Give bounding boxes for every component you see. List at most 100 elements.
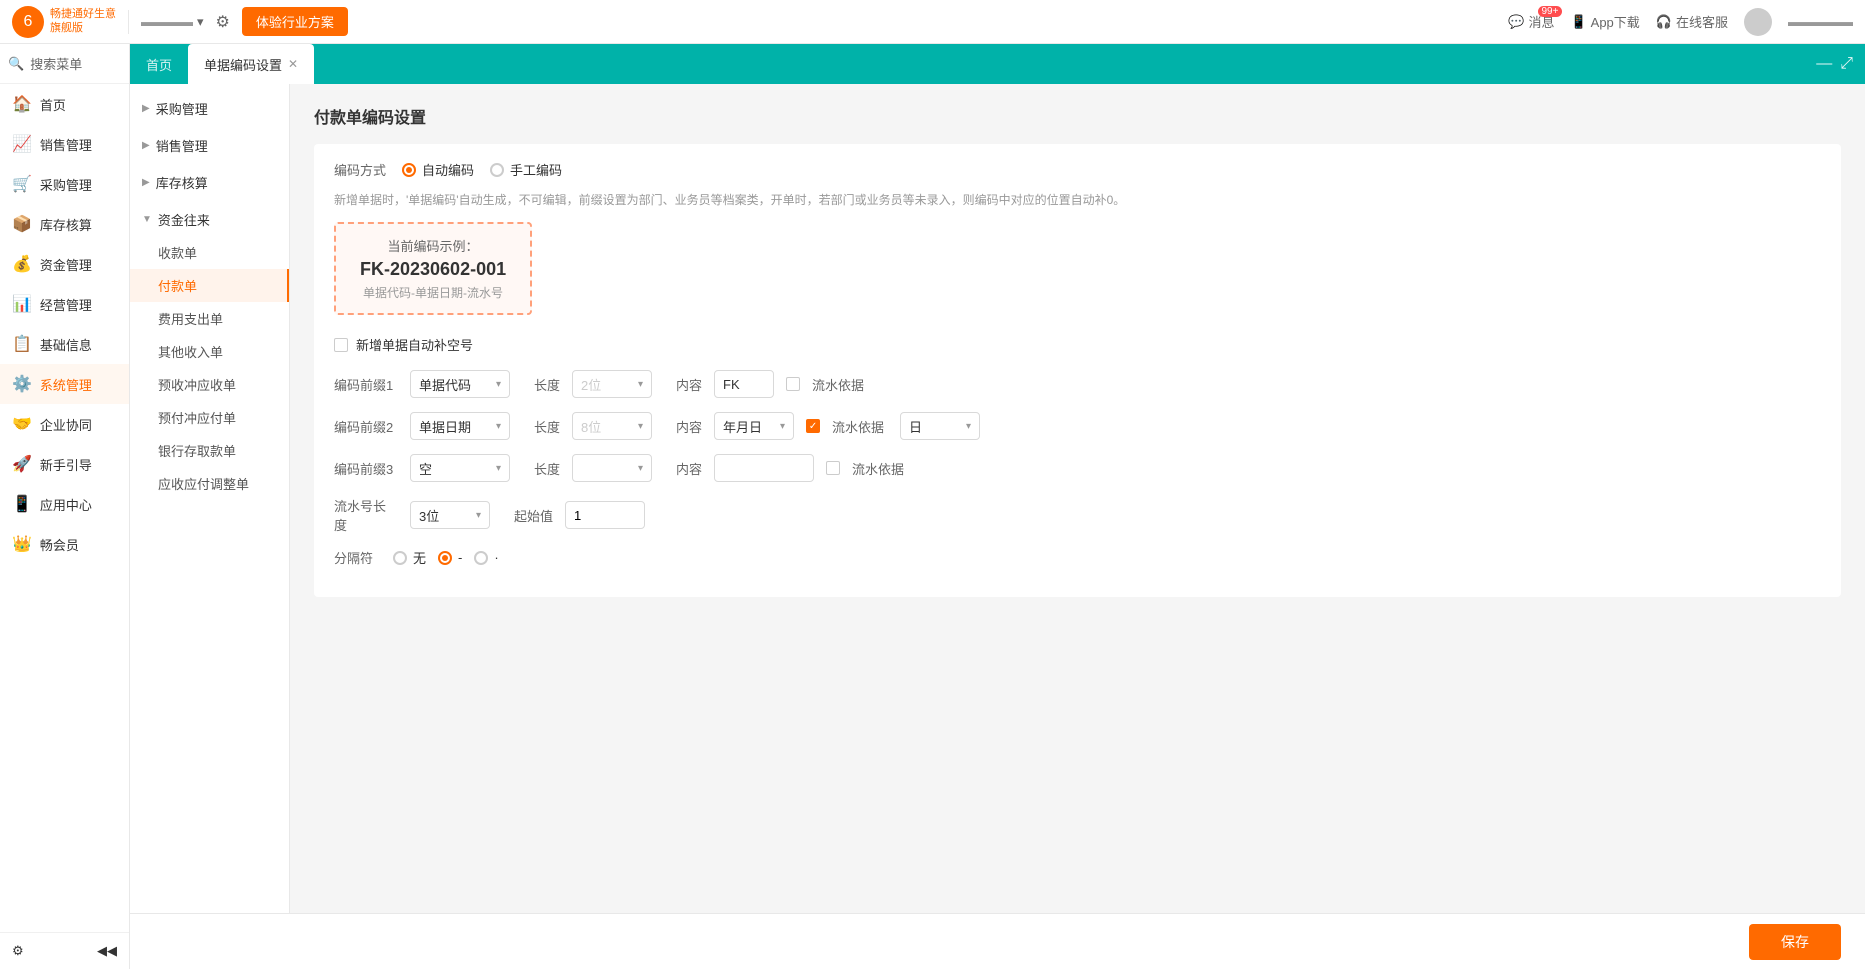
company-dropdown[interactable]: ▬▬▬▬ ▾: [141, 14, 204, 30]
sub-item-receipt[interactable]: 收款单: [130, 236, 289, 269]
serial2-label: 流水依据: [832, 417, 884, 436]
hint-text: 新增单据时，'单据编码'自动生成，不可编辑，前缀设置为部门、业务员等档案类，开单…: [334, 191, 1821, 210]
content1-value: FK: [714, 370, 774, 398]
sidebar-item-vip[interactable]: 👑 畅会员: [0, 524, 129, 564]
maximize-icon[interactable]: ⤢: [1840, 55, 1853, 73]
content3-value: [714, 454, 814, 482]
sidebar-item-label: 首页: [40, 95, 66, 114]
sub-item-advance-offset[interactable]: 预付冲应付单: [130, 401, 289, 434]
preview-code: FK-20230602-001: [360, 259, 506, 280]
gear-icon[interactable]: ⚙: [216, 12, 230, 32]
online-service-button[interactable]: 🎧 在线客服: [1656, 12, 1728, 31]
serial3-checkbox[interactable]: [826, 461, 840, 475]
sub-item-other-income[interactable]: 其他收入单: [130, 335, 289, 368]
second-sidebar-group-sales-title[interactable]: ▶ 销售管理: [130, 129, 289, 162]
length2-select[interactable]: 8位 ▾: [572, 412, 652, 440]
prefix2-arrow-icon: ▾: [496, 421, 501, 432]
prefix3-select[interactable]: 空 ▾: [410, 454, 510, 482]
sidebar-item-purchase[interactable]: 🛒 采购管理: [0, 164, 129, 204]
serial2-checkbox[interactable]: ✓: [806, 419, 820, 433]
save-button[interactable]: 保存: [1749, 924, 1841, 960]
content1-label: 内容: [676, 375, 702, 394]
auto-encoding-radio[interactable]: 自动编码: [402, 160, 474, 179]
logo-text: 畅捷通好生意 旗舰版: [50, 8, 116, 34]
sub-item-prepay-offset[interactable]: 预收冲应收单: [130, 368, 289, 401]
avatar[interactable]: [1744, 8, 1772, 36]
sep-dash-label: -: [458, 550, 462, 565]
basic-info-icon: 📋: [12, 334, 32, 354]
content2-select-arrow-icon: ▾: [780, 421, 785, 432]
sub-item-bank[interactable]: 银行存取款单: [130, 434, 289, 467]
sidebar-item-home[interactable]: 🏠 首页: [0, 84, 129, 124]
app-download-button[interactable]: 📱 App下载: [1570, 12, 1639, 31]
prefix3-row: 编码前缀3 空 ▾ 长度 ▾ 内容: [334, 454, 1821, 482]
content2-select[interactable]: 年月日 ▾: [714, 412, 794, 440]
start-value-input[interactable]: [565, 501, 645, 529]
chevron-down-icon: ▾: [197, 14, 204, 30]
sidebar-item-guide[interactable]: 🚀 新手引导: [0, 444, 129, 484]
sidebar-item-label: 新手引导: [40, 455, 92, 474]
sidebar-item-operations[interactable]: 📊 经营管理: [0, 284, 129, 324]
serial2-period-select[interactable]: 日 ▾: [900, 412, 980, 440]
main-layout: 🔍 搜索菜单 🏠 首页 📈 销售管理 🛒 采购管理 📦 库存核算 💰: [0, 44, 1865, 969]
sidebar-item-finance[interactable]: 💰 资金管理: [0, 244, 129, 284]
prefix2-row: 编码前缀2 单据日期 ▾ 长度 8位 ▾ 内容 年月日: [334, 412, 1821, 440]
search-icon: 🔍: [8, 56, 24, 72]
sub-item-adjustment[interactable]: 应收应付调整单: [130, 467, 289, 500]
sidebar-item-system[interactable]: ⚙️ 系统管理: [0, 364, 129, 404]
sidebar-item-apps[interactable]: 📱 应用中心: [0, 484, 129, 524]
prefix1-select[interactable]: 单据代码 ▾: [410, 370, 510, 398]
messages-button[interactable]: 💬 消息 99+: [1508, 12, 1554, 31]
serial2-period-value: 日: [909, 417, 922, 436]
content2-value: 年月日: [723, 417, 762, 436]
search-menu-button[interactable]: 🔍 搜索菜单: [0, 44, 129, 84]
second-sidebar-group-purchase-title[interactable]: ▶ 采购管理: [130, 92, 289, 125]
sidebar-item-enterprise[interactable]: 🤝 企业协同: [0, 404, 129, 444]
sub-item-expense[interactable]: 费用支出单: [130, 302, 289, 335]
prefix3-arrow-icon: ▾: [496, 463, 501, 474]
serial-length-select[interactable]: 3位 ▾: [410, 501, 490, 529]
solution-button[interactable]: 体验行业方案: [242, 7, 348, 36]
sub-item-payment[interactable]: 付款单: [130, 269, 289, 302]
page-title: 付款单编码设置: [314, 104, 1841, 128]
collapse-icon[interactable]: ◀◀: [97, 943, 117, 959]
length3-arrow-icon: ▾: [638, 463, 643, 474]
prefix1-arrow-icon: ▾: [496, 379, 501, 390]
sep-dot-radio[interactable]: ·: [474, 550, 498, 565]
manual-encoding-radio[interactable]: 手工编码: [490, 160, 562, 179]
guide-icon: 🚀: [12, 454, 32, 474]
serial1-checkbox[interactable]: [786, 377, 800, 391]
second-sidebar-group-inventory-title[interactable]: ▶ 库存核算: [130, 166, 289, 199]
chevron-right-icon: ▶: [142, 103, 150, 114]
topbar-right: 💬 消息 99+ 📱 App下载 🎧 在线客服 ▬▬▬▬▬: [1508, 8, 1853, 36]
tab-home[interactable]: 首页: [130, 44, 188, 84]
length3-label: 长度: [534, 459, 560, 478]
sales-icon: 📈: [12, 134, 32, 154]
auto-fill-checkbox[interactable]: [334, 338, 348, 352]
manual-radio-dot: [490, 163, 504, 177]
inventory-icon: 📦: [12, 214, 32, 234]
length1-select[interactable]: 2位 ▾: [572, 370, 652, 398]
purchase-icon: 🛒: [12, 174, 32, 194]
system-icon: ⚙️: [12, 374, 32, 394]
tab-close-icon[interactable]: ✕: [288, 57, 298, 71]
sep-none-label: 无: [413, 548, 426, 567]
second-sidebar-group-purchase: ▶ 采购管理: [130, 92, 289, 125]
sidebar-item-basic-info[interactable]: 📋 基础信息: [0, 324, 129, 364]
sidebar-item-inventory[interactable]: 📦 库存核算: [0, 204, 129, 244]
minimize-icon[interactable]: —: [1816, 55, 1832, 73]
manual-encoding-label: 手工编码: [510, 160, 562, 179]
sidebar-item-sales[interactable]: 📈 销售管理: [0, 124, 129, 164]
sidebar-nav: 🏠 首页 📈 销售管理 🛒 采购管理 📦 库存核算 💰 资金管理 📊 经: [0, 84, 129, 932]
length3-select[interactable]: ▾: [572, 454, 652, 482]
chevron-down-icon2: ▼: [142, 214, 152, 225]
enterprise-icon: 🤝: [12, 414, 32, 434]
sep-none-radio[interactable]: 无: [393, 548, 426, 567]
bottom-bar: 保存: [130, 913, 1865, 969]
tab-encoding-settings[interactable]: 单据编码设置 ✕: [188, 44, 314, 84]
second-sidebar-group-inventory: ▶ 库存核算: [130, 166, 289, 199]
prefix2-select[interactable]: 单据日期 ▾: [410, 412, 510, 440]
settings-icon[interactable]: ⚙: [12, 943, 24, 959]
second-sidebar-group-capital-title[interactable]: ▼ 资金往来: [130, 203, 289, 236]
sep-dash-radio[interactable]: -: [438, 550, 462, 565]
